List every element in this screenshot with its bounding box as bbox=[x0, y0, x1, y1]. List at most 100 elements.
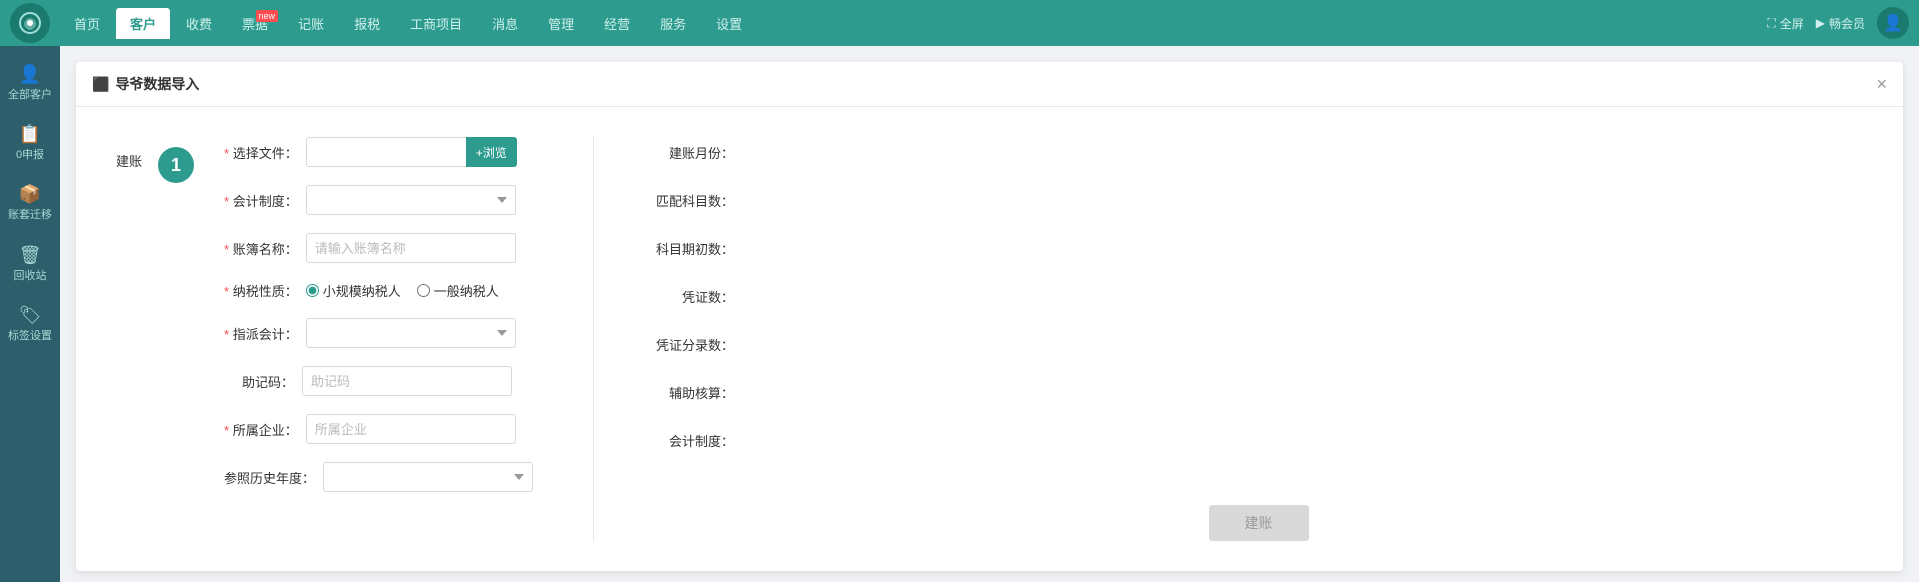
sidebar-item-label: 标签设置 bbox=[8, 330, 52, 343]
sidebar-item-account-migration[interactable]: 📦 账套迁移 bbox=[2, 176, 58, 230]
sidebar-item-label: 0申报 bbox=[16, 149, 44, 162]
account-migration-icon: 📦 bbox=[19, 184, 41, 205]
nav-item-bizproject[interactable]: 工商项目 bbox=[396, 8, 476, 39]
accounting-label: 会计制度： bbox=[224, 191, 298, 210]
nav-item-message[interactable]: 消息 bbox=[478, 8, 532, 39]
accountant-row: 指派会计： bbox=[224, 318, 533, 348]
import-icon: ⬛ bbox=[92, 76, 109, 93]
subject-init-value bbox=[742, 233, 902, 263]
main-layout: 👤 全部客户 📋 0申报 📦 账套迁移 🗑 回收站 🏷 标签设置 ⬛ 导爷数 bbox=[0, 46, 1919, 582]
sidebar: 👤 全部客户 📋 0申报 📦 账套迁移 🗑 回收站 🏷 标签设置 bbox=[0, 46, 60, 582]
fullscreen-button[interactable]: ⛶ 全屏 bbox=[1767, 15, 1803, 32]
accounting-system-row: 会计制度： bbox=[224, 185, 533, 215]
nav-item-settings[interactable]: 设置 bbox=[702, 8, 756, 39]
new-badge: new bbox=[256, 10, 279, 22]
nav-item-tax[interactable]: 报税 bbox=[340, 8, 394, 39]
create-account-button[interactable]: 建账 bbox=[1209, 505, 1309, 541]
recycle-icon: 🗑 bbox=[19, 245, 42, 266]
ledger-label: 账簿名称： bbox=[224, 239, 298, 258]
nav-item-operation[interactable]: 经营 bbox=[590, 8, 644, 39]
file-label: 选择文件： bbox=[224, 143, 298, 162]
accounting-system-right-row: 会计制度： bbox=[654, 425, 1863, 455]
build-month-row: 建账月份： bbox=[654, 137, 1863, 167]
nav-item-service[interactable]: 服务 bbox=[646, 8, 700, 39]
step-label: 建账 bbox=[116, 151, 142, 170]
history-label: 参照历史年度： bbox=[224, 468, 315, 487]
vip-button[interactable]: ▶ 畅会员 bbox=[1816, 15, 1865, 32]
tag-settings-icon: 🏷 bbox=[19, 305, 42, 326]
nav-items: 首页 客户 收费 票据 new 记账 报税 工商项目 消息 管理 经营 服务 设… bbox=[60, 8, 1767, 39]
nav-item-client[interactable]: 客户 bbox=[116, 8, 170, 39]
ledger-input[interactable] bbox=[306, 233, 516, 263]
sidebar-item-label: 回收站 bbox=[14, 270, 47, 283]
zero-declaration-icon: 📋 bbox=[19, 124, 41, 145]
fullscreen-icon: ⛶ bbox=[1767, 16, 1775, 31]
aux-accounting-label: 辅助核算： bbox=[654, 383, 734, 402]
voucher-records-value bbox=[742, 329, 902, 359]
voucher-label: 凭证数： bbox=[654, 287, 734, 306]
subject-init-row: 科目期初数： bbox=[654, 233, 1863, 263]
memo-row: 助记码： bbox=[224, 366, 533, 396]
memo-input[interactable] bbox=[302, 366, 512, 396]
match-subjects-value bbox=[742, 185, 902, 215]
tax-radio-group: 小规模纳税人 一般纳税人 bbox=[306, 281, 499, 300]
top-nav: 首页 客户 收费 票据 new 记账 报税 工商项目 消息 管理 经营 服务 设… bbox=[0, 0, 1919, 46]
voucher-row: 凭证数： bbox=[654, 281, 1863, 311]
form-right-section: 建账月份： 匹配科目数： 科目期初数： 凭证数： bbox=[654, 137, 1863, 541]
history-year-row: 参照历史年度： bbox=[224, 462, 533, 492]
accountant-select[interactable] bbox=[306, 318, 516, 348]
build-month-label: 建账月份： bbox=[654, 143, 734, 162]
general-taxpayer-radio[interactable]: 一般纳税人 bbox=[417, 281, 499, 300]
voucher-records-label: 凭证分录数： bbox=[654, 335, 734, 354]
sidebar-item-zero-declaration[interactable]: 📋 0申报 bbox=[2, 116, 58, 170]
history-year-select[interactable] bbox=[323, 462, 533, 492]
aux-accounting-row: 辅助核算： bbox=[654, 377, 1863, 407]
sidebar-item-label: 账套迁移 bbox=[8, 209, 52, 222]
panel-title: ⬛ 导爷数据导入 bbox=[92, 74, 199, 94]
tax-nature-row: 纳税性质： 小规模纳税人 一般纳税人 bbox=[224, 281, 533, 300]
right-form-grid: 建账月份： 匹配科目数： 科目期初数： 凭证数： bbox=[654, 137, 1863, 455]
sidebar-item-all-clients[interactable]: 👤 全部客户 bbox=[2, 56, 58, 110]
build-month-value bbox=[742, 137, 902, 167]
close-button[interactable]: × bbox=[1876, 75, 1887, 93]
form-left-section: 建账 1 选择文件： +浏览 bbox=[116, 137, 533, 541]
memo-label: 助记码： bbox=[224, 372, 294, 391]
content-area: ⬛ 导爷数据导入 × 建账 1 bbox=[60, 46, 1919, 582]
nav-item-home[interactable]: 首页 bbox=[60, 8, 114, 39]
subject-init-label: 科目期初数： bbox=[654, 239, 734, 258]
voucher-records-row: 凭证分录数： bbox=[654, 329, 1863, 359]
ledger-name-row: 账簿名称： bbox=[224, 233, 533, 263]
aux-accounting-value bbox=[742, 377, 902, 407]
file-input-group: +浏览 bbox=[306, 137, 517, 167]
all-clients-icon: 👤 bbox=[19, 64, 41, 85]
tax-label: 纳税性质： bbox=[224, 281, 298, 300]
company-input[interactable] bbox=[306, 414, 516, 444]
panel-body: 建账 1 选择文件： +浏览 bbox=[76, 107, 1903, 571]
small-taxpayer-radio[interactable]: 小规模纳税人 bbox=[306, 281, 401, 300]
nav-item-invoice[interactable]: 票据 new bbox=[228, 8, 282, 39]
form-grid: 选择文件： +浏览 会计制度： bbox=[224, 137, 533, 541]
nav-item-fee[interactable]: 收费 bbox=[172, 8, 226, 39]
avatar[interactable]: 👤 bbox=[1877, 7, 1909, 39]
file-select-row: 选择文件： +浏览 bbox=[224, 137, 533, 167]
sidebar-item-tag-settings[interactable]: 🏷 标签设置 bbox=[2, 297, 58, 351]
accounting-system-right-label: 会计制度： bbox=[654, 431, 734, 450]
accounting-select[interactable] bbox=[306, 185, 516, 215]
sidebar-item-label: 全部客户 bbox=[8, 89, 52, 102]
panel-header: ⬛ 导爷数据导入 × bbox=[76, 62, 1903, 107]
logo[interactable] bbox=[10, 3, 50, 43]
nav-item-manage[interactable]: 管理 bbox=[534, 8, 588, 39]
company-row: 所属企业： bbox=[224, 414, 533, 444]
file-input[interactable] bbox=[306, 137, 466, 167]
sidebar-item-recycle[interactable]: 🗑 回收站 bbox=[2, 237, 58, 291]
nav-right: ⛶ 全屏 ▶ 畅会员 👤 bbox=[1767, 7, 1909, 39]
browse-button[interactable]: +浏览 bbox=[466, 137, 517, 167]
nav-item-bookkeeping[interactable]: 记账 bbox=[284, 8, 338, 39]
accounting-system-right-value bbox=[742, 425, 902, 455]
step-circle: 1 bbox=[158, 147, 194, 183]
match-subjects-row: 匹配科目数： bbox=[654, 185, 1863, 215]
accountant-label: 指派会计： bbox=[224, 324, 298, 343]
voucher-value bbox=[742, 281, 902, 311]
vip-icon: ▶ bbox=[1816, 16, 1825, 30]
company-label: 所属企业： bbox=[224, 420, 298, 439]
